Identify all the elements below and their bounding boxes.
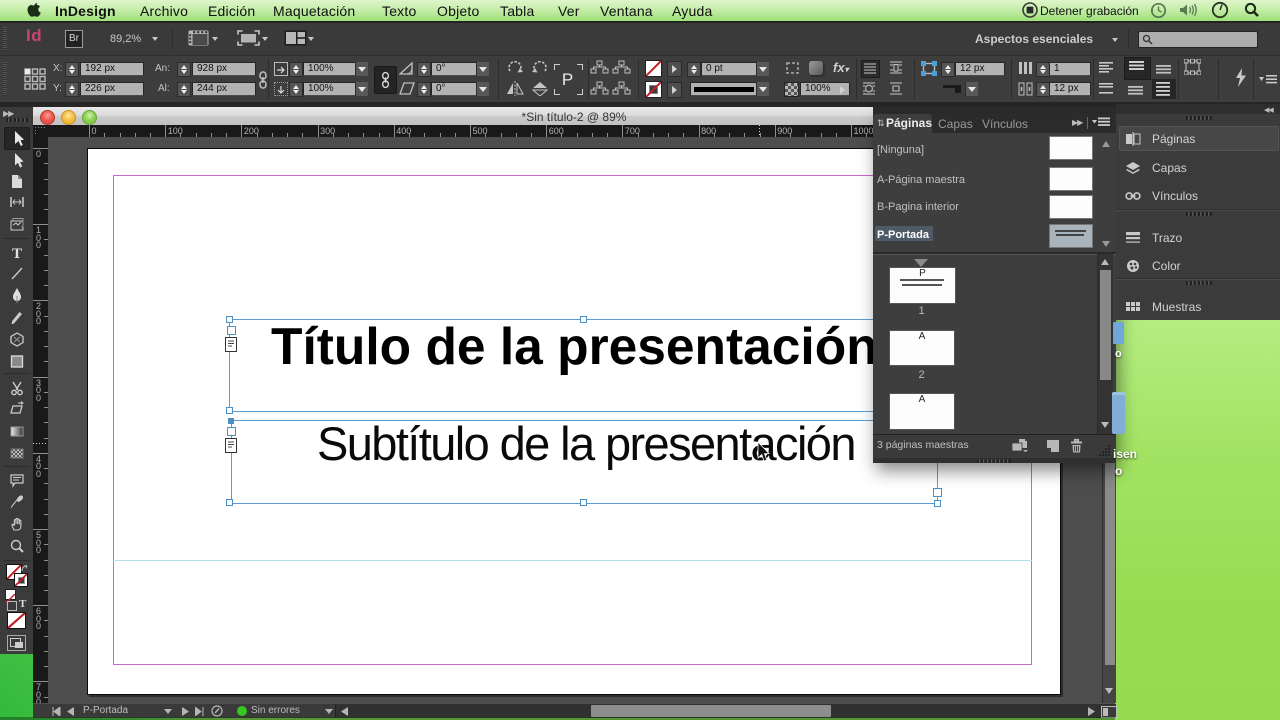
svg-text:T: T bbox=[12, 246, 22, 261]
